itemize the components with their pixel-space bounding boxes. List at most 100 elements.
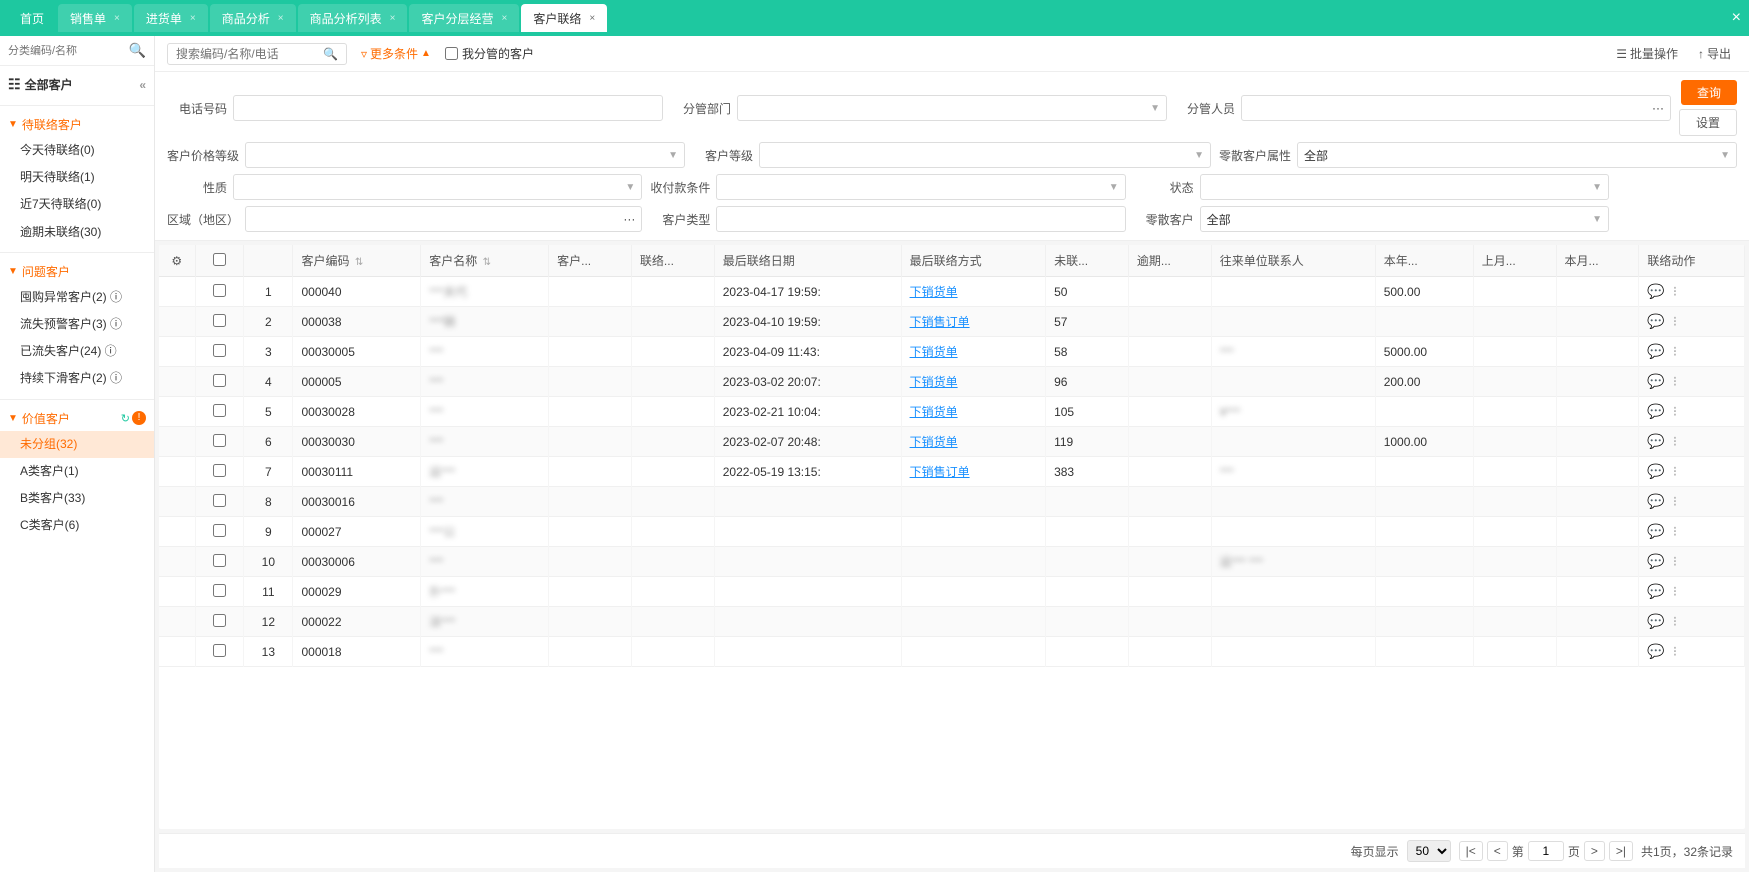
contact-col[interactable]: 联络... — [631, 245, 714, 277]
retail-attr-select[interactable]: 全部▼ — [1297, 142, 1737, 168]
close-icon[interactable]: × — [114, 13, 120, 24]
row-last-way[interactable]: 下销售订单 — [901, 457, 1046, 487]
sidebar-item-a-class[interactable]: A类客户(1) — [0, 458, 154, 485]
chat-icon[interactable]: 💬 — [1647, 283, 1664, 300]
row-last-way[interactable]: 下销货单 — [901, 337, 1046, 367]
no-contact-col[interactable]: 未联... — [1046, 245, 1129, 277]
chat-icon[interactable]: 💬 — [1647, 493, 1664, 510]
more-icon[interactable]: ⁝ — [1673, 613, 1677, 630]
row-last-way[interactable] — [901, 637, 1046, 667]
row-last-way[interactable]: 下销售订单 — [901, 307, 1046, 337]
nav-tab-purchase[interactable]: 进货单 × — [134, 4, 208, 32]
last-contact-way-col[interactable]: 最后联络方式 — [901, 245, 1046, 277]
sidebar-item-declining[interactable]: 持续下滑客户(2) ⓘ — [0, 365, 154, 392]
page-number-input[interactable]: 1 — [1528, 841, 1564, 861]
chat-icon[interactable]: 💬 — [1647, 463, 1664, 480]
group-label-pending[interactable]: ▼ 待联络客户 — [0, 112, 154, 137]
query-button[interactable]: 查询 — [1681, 80, 1737, 105]
price-grade-select[interactable]: ▼ — [245, 142, 685, 168]
chat-icon[interactable]: 💬 — [1647, 433, 1664, 450]
last-month-col[interactable]: 上月... — [1473, 245, 1556, 277]
more-icon[interactable]: ⁝ — [1673, 373, 1677, 390]
more-icon[interactable]: ⁝ — [1673, 433, 1677, 450]
nav-tab-analysis[interactable]: 商品分析 × — [210, 4, 296, 32]
close-icon[interactable]: × — [390, 13, 396, 24]
company-contact-col[interactable]: 往来单位联系人 — [1211, 245, 1375, 277]
sidebar-item-7days[interactable]: 近7天待联络(0) — [0, 191, 154, 218]
search-icon[interactable]: 🔍 — [323, 47, 338, 61]
this-year-col[interactable]: 本年... — [1375, 245, 1473, 277]
chat-icon[interactable]: 💬 — [1647, 583, 1664, 600]
chat-icon[interactable]: 💬 — [1647, 553, 1664, 570]
nav-tab-sales[interactable]: 销售单 × — [58, 4, 132, 32]
sidebar-item-c-class[interactable]: C类客户(6) — [0, 512, 154, 539]
retail-customer-select[interactable]: 全部▼ — [1200, 206, 1609, 232]
sidebar-item-hoarding[interactable]: 囤购异常客户(2) ⓘ — [0, 284, 154, 311]
staff-select[interactable]: ··· — [1241, 95, 1671, 121]
select-all-checkbox[interactable] — [213, 253, 226, 266]
more-icon[interactable]: ⁝ — [1673, 343, 1677, 360]
row-checkbox[interactable] — [195, 337, 244, 367]
search-icon[interactable]: 🔍 — [129, 42, 146, 59]
chat-icon[interactable]: 💬 — [1647, 613, 1664, 630]
row-checkbox[interactable] — [195, 397, 244, 427]
batch-op-btn[interactable]: ☰ 批量操作 — [1610, 43, 1684, 64]
more-icon[interactable]: ⁝ — [1673, 493, 1677, 510]
row-checkbox[interactable] — [195, 367, 244, 397]
more-icon[interactable]: ⁝ — [1673, 403, 1677, 420]
code-col[interactable]: 客户编码 ⇅ — [293, 245, 421, 277]
more-icon[interactable]: ⁝ — [1673, 463, 1677, 480]
sidebar-item-today[interactable]: 今天待联络(0) — [0, 137, 154, 164]
collapse-icon[interactable]: « — [139, 78, 146, 92]
sidebar-item-churned[interactable]: 已流失客户(24) ⓘ — [0, 338, 154, 365]
name-col[interactable]: 客户名称 ⇅ — [421, 245, 549, 277]
close-icon[interactable]: × — [190, 13, 196, 24]
nav-tab-customer-tier[interactable]: 客户分层经营 × — [409, 4, 519, 32]
all-customers-header[interactable]: ☷ 全部客户 « — [0, 70, 154, 99]
last-contact-date-col[interactable]: 最后联络日期 — [714, 245, 901, 277]
checkbox-col[interactable] — [195, 245, 244, 277]
more-conditions-btn[interactable]: ▿ 更多条件 ▲ — [355, 42, 437, 65]
status-select[interactable]: ▼ — [1200, 174, 1609, 200]
more-icon[interactable]: ⁝ — [1673, 583, 1677, 600]
more-icon[interactable]: ⁝ — [1673, 313, 1677, 330]
chat-icon[interactable]: 💬 — [1647, 643, 1664, 660]
group-label-problem[interactable]: ▼ 问题客户 — [0, 259, 154, 284]
more-icon[interactable]: ⁝ — [1673, 283, 1677, 300]
row-last-way[interactable] — [901, 487, 1046, 517]
my-customers-checkbox[interactable] — [445, 47, 458, 60]
row-last-way[interactable]: 下销货单 — [901, 427, 1046, 457]
per-page-select[interactable]: 50 — [1407, 840, 1451, 862]
sidebar-item-b-class[interactable]: B类客户(33) — [0, 485, 154, 512]
more-icon[interactable]: ⁝ — [1673, 643, 1677, 660]
row-last-way[interactable]: 下销货单 — [901, 277, 1046, 307]
payment-select[interactable]: ▼ — [716, 174, 1125, 200]
close-icon[interactable]: × — [278, 13, 284, 24]
chat-icon[interactable]: 💬 — [1647, 313, 1664, 330]
nav-tab-customer-contact[interactable]: 客户联络 × — [521, 4, 607, 32]
more-icon[interactable]: ⁝ — [1673, 553, 1677, 570]
chat-icon[interactable]: 💬 — [1647, 403, 1664, 420]
prev-page-btn[interactable]: < — [1487, 841, 1508, 861]
first-page-btn[interactable]: |< — [1459, 841, 1483, 861]
sidebar-item-churn-warning[interactable]: 流失预警客户(3) ⓘ — [0, 311, 154, 338]
export-btn[interactable]: ↑ 导出 — [1692, 43, 1737, 64]
row-checkbox[interactable] — [195, 457, 244, 487]
chat-icon[interactable]: 💬 — [1647, 343, 1664, 360]
nature-select[interactable]: ▼ — [233, 174, 642, 200]
search-input[interactable] — [176, 47, 319, 61]
chat-icon[interactable]: 💬 — [1647, 523, 1664, 540]
phone-input[interactable] — [233, 95, 663, 121]
dept-select[interactable]: ▼ — [737, 95, 1167, 121]
row-checkbox[interactable] — [195, 577, 244, 607]
row-last-way[interactable] — [901, 607, 1046, 637]
this-month-col[interactable]: 本月... — [1556, 245, 1639, 277]
row-last-way[interactable] — [901, 547, 1046, 577]
close-all-tabs[interactable]: × — [1732, 9, 1741, 27]
row-checkbox[interactable] — [195, 427, 244, 457]
region-select[interactable]: ··· — [245, 206, 642, 232]
more-icon[interactable]: ⁝ — [1673, 523, 1677, 540]
row-checkbox[interactable] — [195, 547, 244, 577]
row-checkbox[interactable] — [195, 307, 244, 337]
row-checkbox[interactable] — [195, 637, 244, 667]
